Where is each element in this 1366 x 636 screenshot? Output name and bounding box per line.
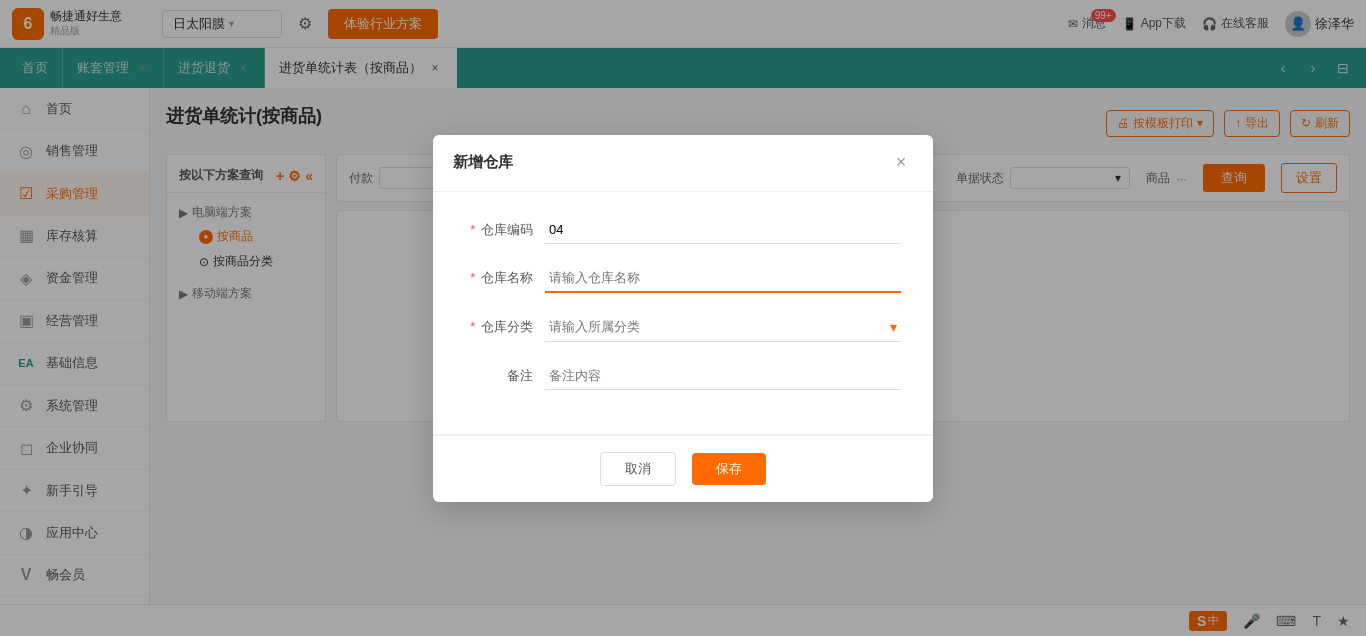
remark-label: 备注 [465,367,545,385]
add-warehouse-dialog: 新增仓库 × * 仓库编码 * 仓库名称 [433,135,933,502]
form-row-category: * 仓库分类 ▾ [465,313,901,342]
save-button[interactable]: 保存 [692,453,766,485]
dialog-title: 新增仓库 [453,153,513,172]
required-star: * [470,222,475,237]
category-label: * 仓库分类 [465,318,545,336]
category-arrow-icon: ▾ [890,319,897,335]
warehouse-name-input[interactable] [545,264,901,293]
code-label: * 仓库编码 [465,221,545,239]
dialog-body: * 仓库编码 * 仓库名称 * 仓库分类 [433,192,933,434]
dialog-header: 新增仓库 × [433,135,933,192]
form-row-code: * 仓库编码 [465,216,901,244]
required-star-cat: * [470,319,475,334]
remark-input[interactable] [545,362,901,390]
required-star-name: * [470,270,475,285]
category-select-input[interactable] [549,319,890,334]
modal-overlay: 新增仓库 × * 仓库编码 * 仓库名称 [0,0,1366,636]
warehouse-code-input[interactable] [545,216,901,244]
form-row-name: * 仓库名称 [465,264,901,293]
category-select[interactable]: ▾ [545,313,901,342]
name-label: * 仓库名称 [465,269,545,287]
form-row-remark: 备注 [465,362,901,390]
dialog-footer: 取消 保存 [433,435,933,502]
dialog-close-icon[interactable]: × [889,151,913,175]
cancel-button[interactable]: 取消 [600,452,676,486]
